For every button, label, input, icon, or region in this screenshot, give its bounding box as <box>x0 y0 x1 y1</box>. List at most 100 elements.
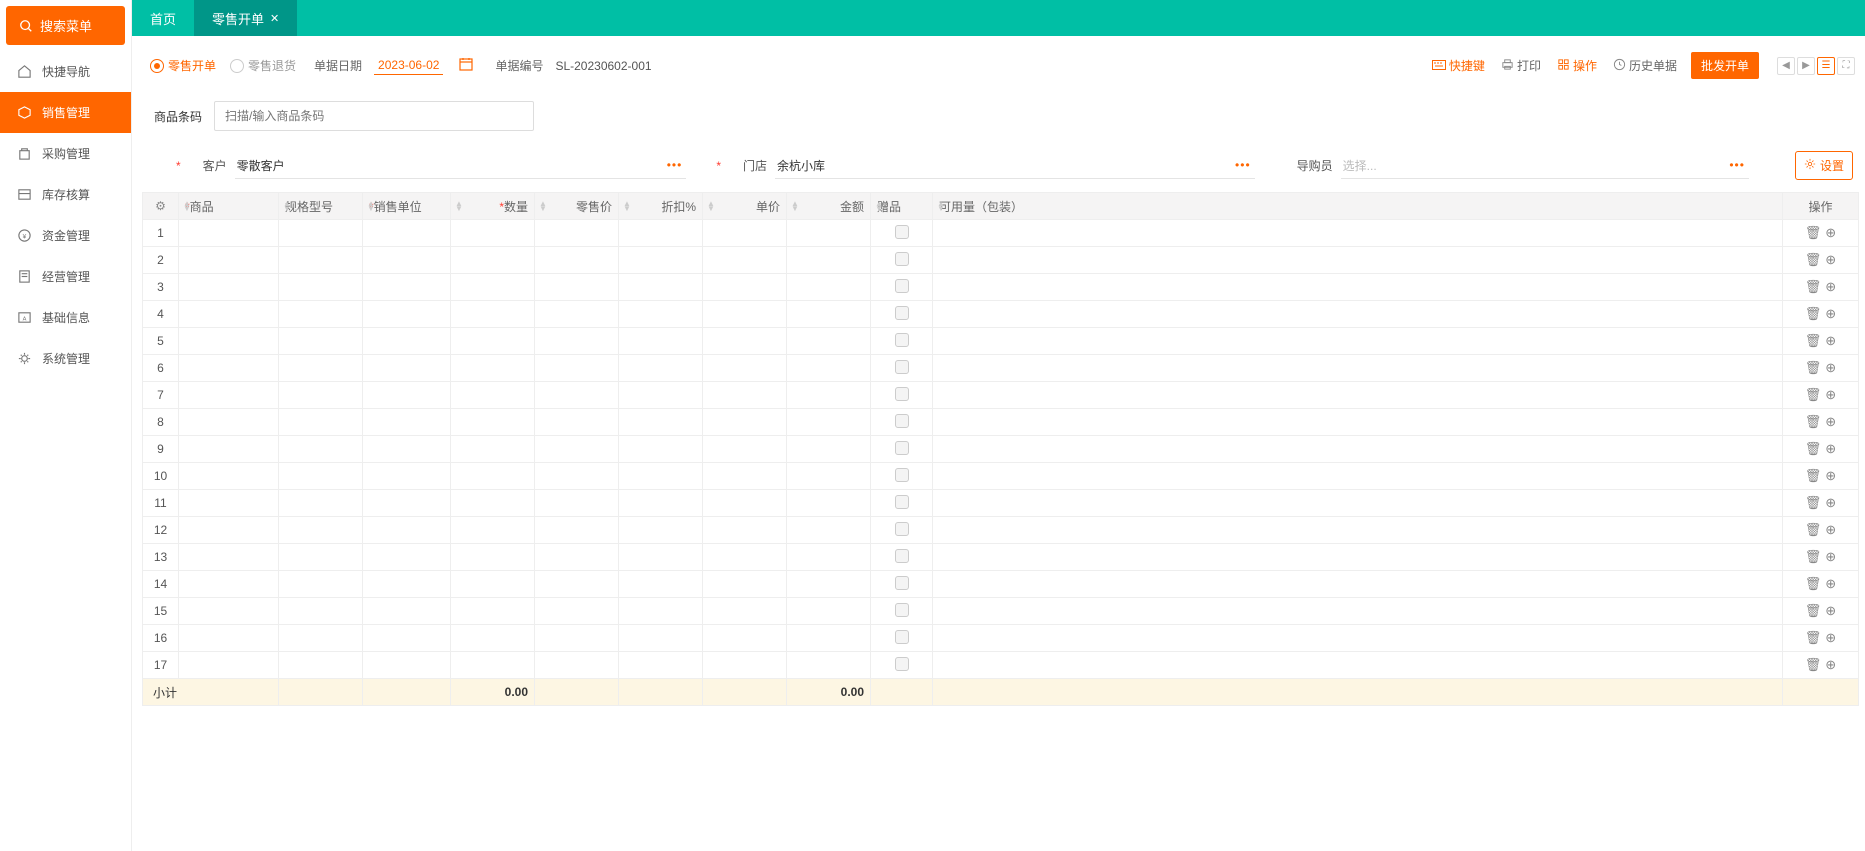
delete-icon[interactable]: 🗑 <box>1805 630 1822 646</box>
shortcut-action[interactable]: 快捷键 <box>1430 55 1487 76</box>
sidebar-item-sales[interactable]: 销售管理 <box>0 92 131 133</box>
cell-product[interactable] <box>179 571 279 598</box>
header-qty[interactable]: ▲▼*数量 <box>451 193 535 220</box>
cell-product[interactable] <box>179 328 279 355</box>
cell-retail-price[interactable] <box>535 355 619 382</box>
checkbox-icon[interactable] <box>895 279 909 293</box>
cell-unit[interactable] <box>363 301 451 328</box>
cell-unit[interactable] <box>363 274 451 301</box>
cell-discount[interactable] <box>619 598 703 625</box>
store-select[interactable]: 余杭小库 ••• <box>775 153 1255 179</box>
cell-qty[interactable] <box>451 625 535 652</box>
cell-unit-price[interactable] <box>703 409 787 436</box>
cell-spec[interactable] <box>279 355 363 382</box>
batch-order-button[interactable]: 批发开单 <box>1691 52 1759 79</box>
cell-spec[interactable] <box>279 409 363 436</box>
cell-qty[interactable] <box>451 274 535 301</box>
more-dots-icon[interactable]: ••• <box>1729 158 1745 172</box>
delete-icon[interactable]: 🗑 <box>1805 225 1822 241</box>
cell-unit[interactable] <box>363 517 451 544</box>
cell-gift[interactable] <box>871 301 933 328</box>
add-row-icon[interactable]: ⊕ <box>1825 306 1836 322</box>
checkbox-icon[interactable] <box>895 576 909 590</box>
doc-date-value[interactable]: 2023-06-02 <box>374 56 443 75</box>
nav-list-button[interactable]: ☰ <box>1817 57 1835 75</box>
cell-discount[interactable] <box>619 463 703 490</box>
cell-retail-price[interactable] <box>535 274 619 301</box>
delete-icon[interactable]: 🗑 <box>1805 333 1822 349</box>
cell-retail-price[interactable] <box>535 220 619 247</box>
add-row-icon[interactable]: ⊕ <box>1825 630 1836 646</box>
cell-gift[interactable] <box>871 247 933 274</box>
cell-unit-price[interactable] <box>703 382 787 409</box>
cell-discount[interactable] <box>619 328 703 355</box>
sidebar-item-operation[interactable]: 经营管理 <box>0 256 131 297</box>
guide-select[interactable]: 选择... ••• <box>1341 153 1749 179</box>
cell-gift[interactable] <box>871 382 933 409</box>
cell-unit-price[interactable] <box>703 652 787 679</box>
cell-retail-price[interactable] <box>535 409 619 436</box>
cell-spec[interactable] <box>279 463 363 490</box>
cell-qty[interactable] <box>451 490 535 517</box>
cell-unit-price[interactable] <box>703 571 787 598</box>
header-available[interactable]: ▲▼可用量（包装） <box>933 193 1783 220</box>
cell-spec[interactable] <box>279 247 363 274</box>
cell-retail-price[interactable] <box>535 490 619 517</box>
sidebar-item-purchase[interactable]: 采购管理 <box>0 133 131 174</box>
header-spec[interactable]: ▲▼规格型号 <box>279 193 363 220</box>
radio-retail-return[interactable]: 零售退货 <box>230 57 296 74</box>
delete-icon[interactable]: 🗑 <box>1805 657 1822 673</box>
table-row[interactable]: 11🗑⊕ <box>143 490 1859 517</box>
cell-qty[interactable] <box>451 355 535 382</box>
cell-discount[interactable] <box>619 544 703 571</box>
cell-unit[interactable] <box>363 382 451 409</box>
checkbox-icon[interactable] <box>895 252 909 266</box>
checkbox-icon[interactable] <box>895 360 909 374</box>
table-row[interactable]: 8🗑⊕ <box>143 409 1859 436</box>
cell-discount[interactable] <box>619 301 703 328</box>
cell-spec[interactable] <box>279 328 363 355</box>
cell-spec[interactable] <box>279 382 363 409</box>
delete-icon[interactable]: 🗑 <box>1805 576 1822 592</box>
cell-spec[interactable] <box>279 625 363 652</box>
cell-discount[interactable] <box>619 220 703 247</box>
cell-qty[interactable] <box>451 571 535 598</box>
cell-discount[interactable] <box>619 274 703 301</box>
cell-spec[interactable] <box>279 436 363 463</box>
delete-icon[interactable]: 🗑 <box>1805 414 1822 430</box>
add-row-icon[interactable]: ⊕ <box>1825 522 1836 538</box>
cell-amount[interactable] <box>787 220 871 247</box>
cell-amount[interactable] <box>787 355 871 382</box>
cell-product[interactable] <box>179 274 279 301</box>
cell-unit[interactable] <box>363 220 451 247</box>
cell-unit-price[interactable] <box>703 301 787 328</box>
cell-product[interactable] <box>179 382 279 409</box>
cell-qty[interactable] <box>451 409 535 436</box>
delete-icon[interactable]: 🗑 <box>1805 549 1822 565</box>
cell-unit[interactable] <box>363 625 451 652</box>
add-row-icon[interactable]: ⊕ <box>1825 441 1836 457</box>
cell-unit[interactable] <box>363 571 451 598</box>
add-row-icon[interactable]: ⊕ <box>1825 252 1836 268</box>
add-row-icon[interactable]: ⊕ <box>1825 225 1836 241</box>
cell-unit-price[interactable] <box>703 625 787 652</box>
cell-unit[interactable] <box>363 652 451 679</box>
cell-amount[interactable] <box>787 625 871 652</box>
cell-retail-price[interactable] <box>535 598 619 625</box>
checkbox-icon[interactable] <box>895 603 909 617</box>
cell-gift[interactable] <box>871 463 933 490</box>
table-row[interactable]: 12🗑⊕ <box>143 517 1859 544</box>
sidebar-item-baseinfo[interactable]: A 基础信息 <box>0 297 131 338</box>
cell-product[interactable] <box>179 301 279 328</box>
nav-expand-button[interactable]: ⛶ <box>1837 57 1855 75</box>
cell-unit-price[interactable] <box>703 220 787 247</box>
add-row-icon[interactable]: ⊕ <box>1825 603 1836 619</box>
cell-gift[interactable] <box>871 436 933 463</box>
checkbox-icon[interactable] <box>895 387 909 401</box>
close-icon[interactable]: ✕ <box>270 12 279 25</box>
operate-action[interactable]: 操作 <box>1555 55 1599 76</box>
cell-amount[interactable] <box>787 409 871 436</box>
cell-spec[interactable] <box>279 517 363 544</box>
cell-spec[interactable] <box>279 571 363 598</box>
table-row[interactable]: 10🗑⊕ <box>143 463 1859 490</box>
